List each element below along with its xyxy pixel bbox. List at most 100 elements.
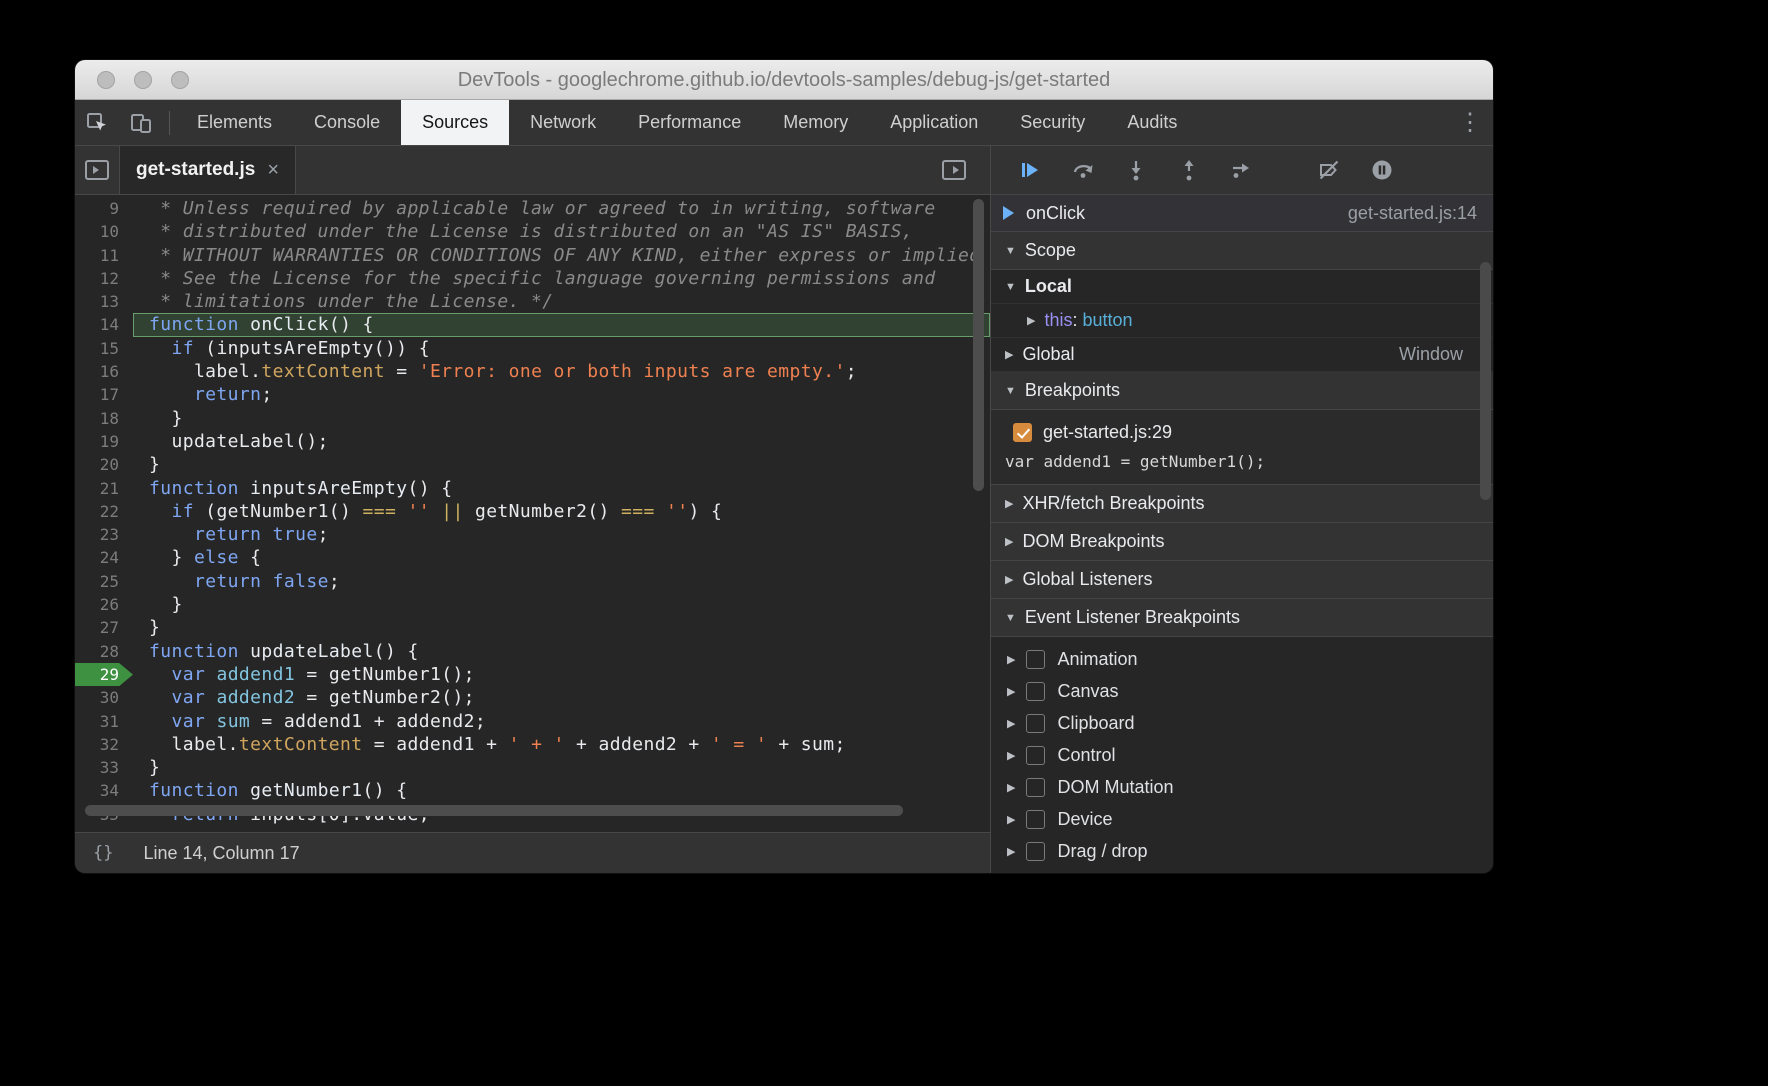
section-breakpoints[interactable]: ▼ Breakpoints (991, 372, 1493, 410)
code-line-34[interactable]: 34function getNumber1() { (75, 779, 990, 802)
line-number[interactable]: 25 (75, 570, 133, 593)
checkbox-unchecked[interactable] (1026, 714, 1045, 733)
line-number[interactable]: 9 (75, 197, 133, 220)
step-over-icon[interactable] (1070, 157, 1096, 183)
line-number[interactable]: 32 (75, 733, 133, 756)
chevron-right-icon[interactable]: ▶ (1007, 845, 1015, 858)
deactivate-breakpoints-icon[interactable] (1316, 157, 1342, 183)
line-number[interactable]: 34 (75, 779, 133, 802)
tab-application[interactable]: Application (869, 100, 999, 145)
tab-sources[interactable]: Sources (401, 100, 509, 145)
pause-on-exceptions-icon[interactable] (1369, 157, 1395, 183)
code-line-31[interactable]: 31 var sum = addend1 + addend2; (75, 710, 990, 733)
code-line-25[interactable]: 25 return false; (75, 570, 990, 593)
line-number[interactable]: 13 (75, 290, 133, 313)
section-dom-breakpoints[interactable]: ▶ DOM Breakpoints (991, 523, 1493, 561)
line-number[interactable]: 24 (75, 546, 133, 569)
checkbox-unchecked[interactable] (1026, 650, 1045, 669)
section-xhr-breakpoints[interactable]: ▶ XHR/fetch Breakpoints (991, 485, 1493, 523)
breakpoint-checkbox-checked[interactable] (1013, 423, 1032, 442)
code-line-18[interactable]: 18 } (75, 407, 990, 430)
line-number[interactable]: 17 (75, 383, 133, 406)
line-number[interactable]: 23 (75, 523, 133, 546)
section-scope[interactable]: ▼ Scope (991, 232, 1493, 270)
line-number[interactable]: 14 (75, 313, 133, 336)
breakpoint-entry[interactable]: get-started.js:29 var addend1 = getNumbe… (991, 410, 1493, 485)
inspect-element-icon[interactable] (75, 100, 119, 145)
resume-script-icon[interactable] (1017, 157, 1043, 183)
editor-vertical-scrollbar[interactable] (973, 199, 984, 491)
chevron-right-icon[interactable]: ▶ (1005, 348, 1013, 361)
line-number[interactable]: 20 (75, 453, 133, 476)
device-toolbar-icon[interactable] (119, 100, 163, 145)
tab-memory[interactable]: Memory (762, 100, 869, 145)
event-listener-category-canvas[interactable]: ▶Canvas (991, 675, 1493, 707)
line-number[interactable]: 18 (75, 407, 133, 430)
breakpoint-code-preview[interactable]: var addend1 = getNumber1(); (991, 448, 1493, 476)
code-line-27[interactable]: 27} (75, 616, 990, 639)
code-line-21[interactable]: 21function inputsAreEmpty() { (75, 477, 990, 500)
code-line-33[interactable]: 33} (75, 756, 990, 779)
line-number[interactable]: 16 (75, 360, 133, 383)
event-listener-category-animation[interactable]: ▶Animation (991, 643, 1493, 675)
line-number[interactable]: 27 (75, 616, 133, 639)
breakpoint-marker[interactable]: 29 (75, 663, 133, 686)
checkbox-unchecked[interactable] (1026, 842, 1045, 861)
line-number[interactable]: 22 (75, 500, 133, 523)
event-listener-category-clipboard[interactable]: ▶Clipboard (991, 707, 1493, 739)
code-line-23[interactable]: 23 return true; (75, 523, 990, 546)
code-line-13[interactable]: 13 * limitations under the License. */ (75, 290, 990, 313)
code-line-19[interactable]: 19 updateLabel(); (75, 430, 990, 453)
sidebar-vertical-scrollbar[interactable] (1480, 262, 1491, 500)
tab-audits[interactable]: Audits (1106, 100, 1198, 145)
frame-location-link[interactable]: get-started.js:14 (1348, 203, 1477, 224)
zoom-window-button[interactable] (171, 71, 189, 89)
tab-network[interactable]: Network (509, 100, 617, 145)
line-number[interactable]: 28 (75, 640, 133, 663)
navigator-toggle-icon[interactable] (75, 146, 119, 194)
line-number[interactable]: 10 (75, 220, 133, 243)
event-listener-category-control[interactable]: ▶Control (991, 739, 1493, 771)
code-line-32[interactable]: 32 label.textContent = addend1 + ' + ' +… (75, 733, 990, 756)
checkbox-unchecked[interactable] (1026, 682, 1045, 701)
tab-performance[interactable]: Performance (617, 100, 762, 145)
close-tab-icon[interactable]: × (267, 159, 279, 182)
scope-this-row[interactable]: ▶ this : button (991, 304, 1493, 338)
code-line-30[interactable]: 30 var addend2 = getNumber2(); (75, 686, 990, 709)
close-window-button[interactable] (97, 71, 115, 89)
line-number[interactable]: 11 (75, 244, 133, 267)
call-stack-frame[interactable]: onClick get-started.js:14 (991, 195, 1493, 232)
code-line-29[interactable]: 29 var addend1 = getNumber1(); (75, 663, 990, 686)
scope-local-row[interactable]: ▼ Local (991, 270, 1493, 304)
event-listener-category-device[interactable]: ▶Device (991, 803, 1493, 835)
code-line-26[interactable]: 26 } (75, 593, 990, 616)
code-line-15[interactable]: 15 if (inputsAreEmpty()) { (75, 337, 990, 360)
chevron-right-icon[interactable]: ▶ (1007, 653, 1015, 666)
section-global-listeners[interactable]: ▶ Global Listeners (991, 561, 1493, 599)
chevron-right-icon[interactable]: ▶ (1007, 749, 1015, 762)
code-editor[interactable]: 9 * Unless required by applicable law or… (75, 195, 990, 832)
pretty-print-button[interactable]: {} (93, 843, 113, 863)
chevron-right-icon[interactable]: ▶ (1007, 813, 1015, 826)
code-line-10[interactable]: 10 * distributed under the License is di… (75, 220, 990, 243)
code-line-22[interactable]: 22 if (getNumber1() === '' || getNumber2… (75, 500, 990, 523)
quick-source-toggle-icon[interactable] (932, 146, 976, 194)
step-into-icon[interactable] (1123, 157, 1149, 183)
chevron-right-icon[interactable]: ▶ (1007, 781, 1015, 794)
line-number[interactable]: 30 (75, 686, 133, 709)
checkbox-unchecked[interactable] (1026, 746, 1045, 765)
step-out-icon[interactable] (1176, 157, 1202, 183)
section-event-listener-breakpoints[interactable]: ▼ Event Listener Breakpoints (991, 599, 1493, 637)
code-line-16[interactable]: 16 label.textContent = 'Error: one or bo… (75, 360, 990, 383)
chevron-right-icon[interactable]: ▶ (1007, 717, 1015, 730)
file-tab-get-started[interactable]: get-started.js × (119, 146, 296, 194)
tab-elements[interactable]: Elements (176, 100, 293, 145)
code-line-12[interactable]: 12 * See the License for the specific la… (75, 267, 990, 290)
checkbox-unchecked[interactable] (1026, 778, 1045, 797)
line-number[interactable]: 19 (75, 430, 133, 453)
scope-global-row[interactable]: ▶ Global Window (991, 338, 1493, 372)
line-number[interactable]: 15 (75, 337, 133, 360)
chevron-right-icon[interactable]: ▶ (1027, 314, 1035, 327)
event-listener-category-drag-drop[interactable]: ▶Drag / drop (991, 835, 1493, 867)
line-number[interactable]: 31 (75, 710, 133, 733)
